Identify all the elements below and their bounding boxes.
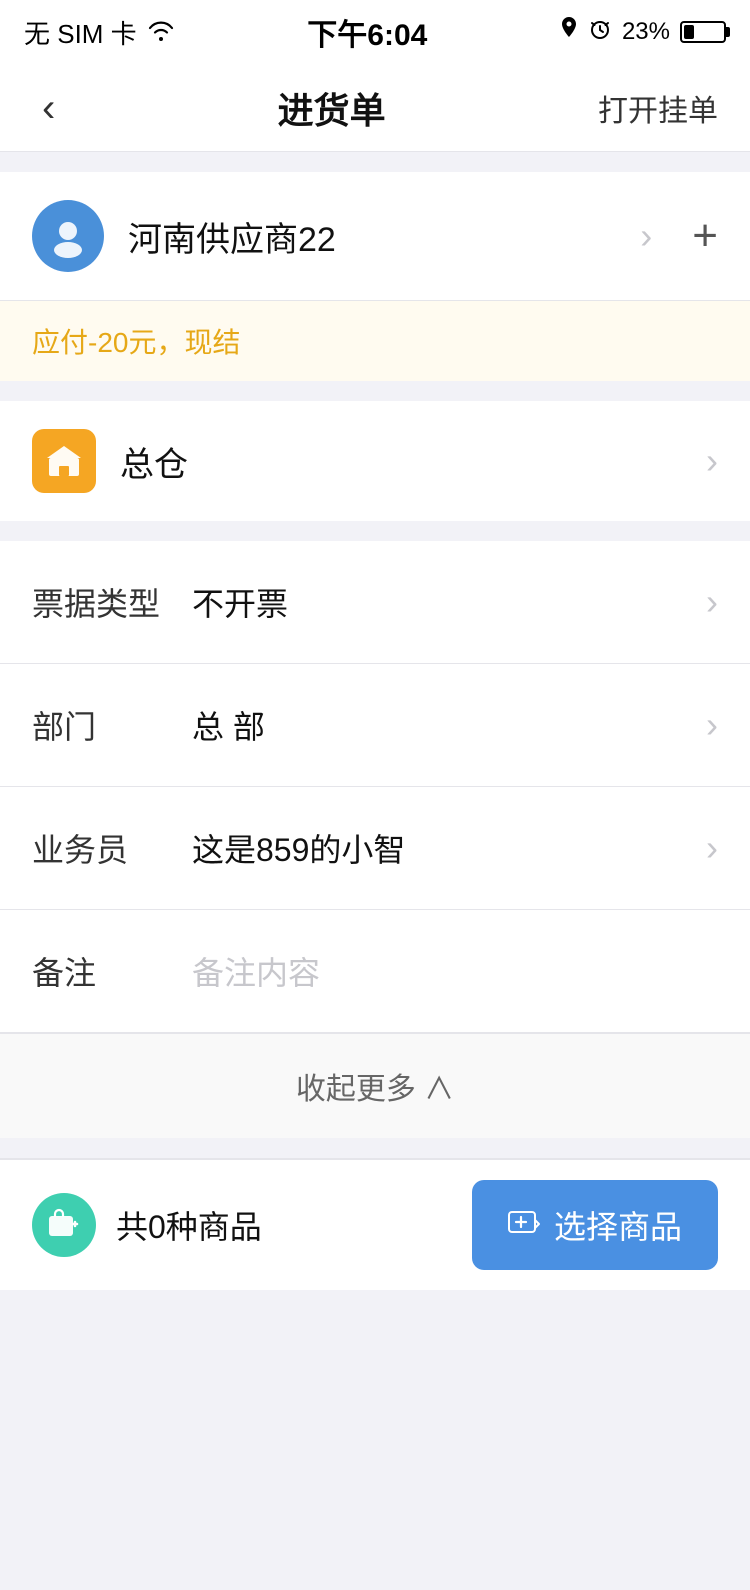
bottom-bar: 共0种商品 选择商品 bbox=[0, 1158, 750, 1290]
wifi-icon bbox=[147, 17, 175, 48]
nav-bar: ‹ 进货单 打开挂单 bbox=[0, 64, 750, 152]
notice-text: 应付-20元，现结 bbox=[32, 327, 240, 358]
supplier-row[interactable]: 河南供应商22 › + bbox=[0, 172, 750, 301]
department-row[interactable]: 部门 总 部 › bbox=[0, 664, 750, 787]
select-products-label: 选择商品 bbox=[554, 1202, 682, 1248]
salesman-label: 业务员 bbox=[32, 825, 192, 871]
form-section: 票据类型 不开票 › 部门 总 部 › 业务员 这是859的小智 › 备注 备注… bbox=[0, 541, 750, 1138]
invoice-type-value: 不开票 bbox=[192, 579, 706, 625]
supplier-section: 河南供应商22 › + 应付-20元，现结 bbox=[0, 172, 750, 381]
invoice-type-label: 票据类型 bbox=[32, 579, 192, 625]
remark-row[interactable]: 备注 备注内容 bbox=[0, 910, 750, 1033]
status-carrier: 无 SIM 卡 bbox=[24, 14, 175, 51]
remark-value[interactable]: 备注内容 bbox=[192, 948, 718, 994]
battery-icon bbox=[680, 21, 726, 43]
page-background bbox=[0, 1290, 750, 1590]
supplier-name: 河南供应商22 bbox=[128, 212, 640, 261]
status-time: 下午6:04 bbox=[307, 10, 427, 54]
supplier-avatar bbox=[32, 200, 104, 272]
salesman-chevron-icon: › bbox=[706, 827, 718, 869]
status-bar: 无 SIM 卡 下午6:04 23% bbox=[0, 0, 750, 64]
back-button[interactable]: ‹ bbox=[32, 78, 65, 138]
collapse-toggle[interactable]: 收起更多 ∧ bbox=[0, 1033, 750, 1138]
section-gap-3 bbox=[0, 521, 750, 541]
products-icon bbox=[32, 1193, 96, 1257]
section-gap-4 bbox=[0, 1138, 750, 1158]
warehouse-icon bbox=[32, 429, 96, 493]
location-icon bbox=[560, 17, 578, 48]
open-pending-button[interactable]: 打开挂单 bbox=[598, 86, 718, 130]
salesman-value: 这是859的小智 bbox=[192, 825, 706, 871]
department-label: 部门 bbox=[32, 702, 192, 748]
carrier-text: 无 SIM 卡 bbox=[24, 14, 137, 51]
notice-banner: 应付-20元，现结 bbox=[0, 301, 750, 381]
warehouse-name: 总仓 bbox=[120, 437, 706, 486]
department-chevron-icon: › bbox=[706, 704, 718, 746]
remark-label: 备注 bbox=[32, 948, 192, 994]
department-value: 总 部 bbox=[192, 702, 706, 748]
collapse-label: 收起更多 ∧ bbox=[296, 1073, 454, 1106]
supplier-chevron-icon: › bbox=[640, 215, 652, 257]
section-gap-1 bbox=[0, 152, 750, 172]
page-title: 进货单 bbox=[278, 82, 386, 134]
salesman-row[interactable]: 业务员 这是859的小智 › bbox=[0, 787, 750, 910]
invoice-type-chevron-icon: › bbox=[706, 581, 718, 623]
add-supplier-icon[interactable]: + bbox=[692, 211, 718, 261]
battery-percent: 23% bbox=[622, 18, 670, 46]
warehouse-chevron-icon: › bbox=[706, 440, 718, 482]
status-indicators: 23% bbox=[560, 17, 726, 48]
warehouse-section: 总仓 › bbox=[0, 401, 750, 521]
warehouse-row[interactable]: 总仓 › bbox=[0, 401, 750, 521]
alarm-icon bbox=[588, 17, 612, 48]
select-products-button[interactable]: 选择商品 bbox=[472, 1180, 718, 1270]
select-btn-icon bbox=[508, 1206, 542, 1245]
invoice-type-row[interactable]: 票据类型 不开票 › bbox=[0, 541, 750, 664]
section-gap-2 bbox=[0, 381, 750, 401]
products-count: 共0种商品 bbox=[116, 1202, 472, 1248]
